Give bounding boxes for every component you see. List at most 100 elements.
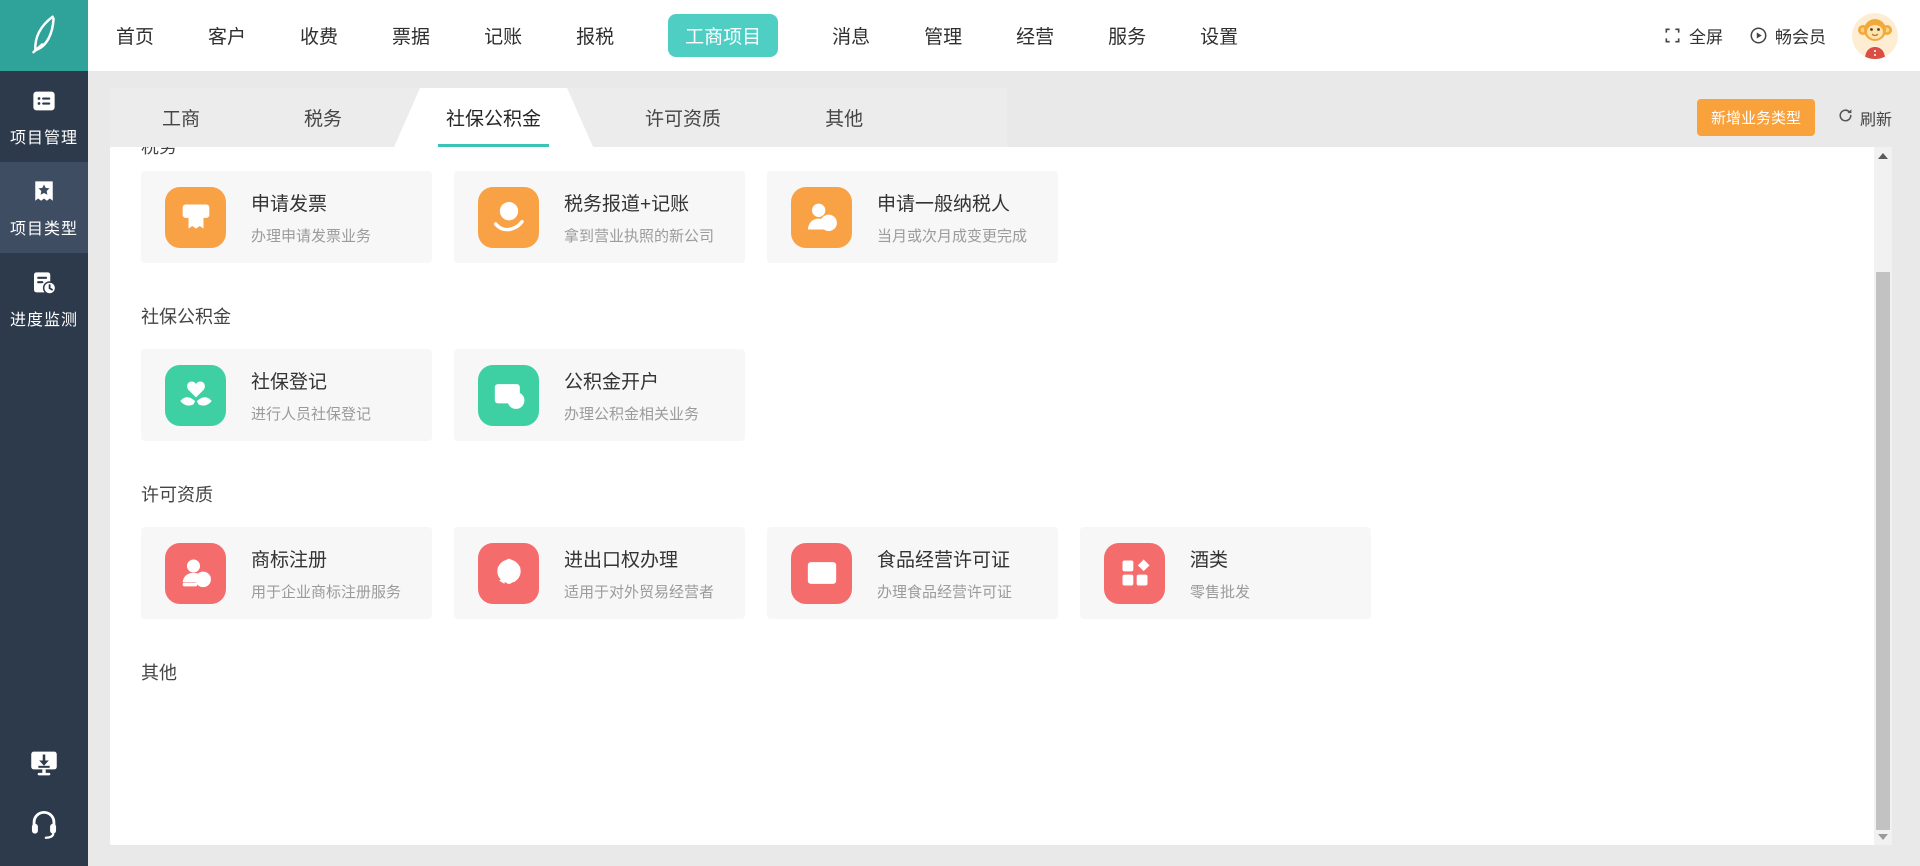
clipped-section-title: 税务 xyxy=(141,147,1832,157)
card-subtitle: 用于企业商标注册服务 xyxy=(251,583,402,601)
sidebar-item-project-management[interactable]: 项目管理 xyxy=(0,71,88,162)
card-subtitle: 办理申请发票业务 xyxy=(251,227,372,245)
section-cards: 申请发票 办理申请发票业务 税 税务报道+记账 拿到营业执照的新公司 般 申请一… xyxy=(141,171,1832,263)
list-folder-icon xyxy=(29,86,59,116)
nav-item-bookkeeping[interactable]: 记账 xyxy=(484,22,522,49)
nav-item-tax-filing[interactable]: 报税 xyxy=(576,22,614,49)
nav-item-management[interactable]: 管理 xyxy=(924,22,962,49)
invoice-icon xyxy=(165,186,226,248)
nav-item-services[interactable]: 服务 xyxy=(1108,22,1146,49)
card-text: 申请一般纳税人 当月或次月成变更完成 xyxy=(877,189,1027,246)
svg-text:般: 般 xyxy=(823,218,833,230)
sidebar-item-project-type[interactable]: 项目类型 xyxy=(0,162,88,253)
taxpayer-badge-icon: 般 xyxy=(791,186,852,248)
services-list: 税务 申请发票 办理申请发票业务 税 税务报道+记账 拿到营业执照的新公司 般 … xyxy=(110,147,1892,685)
scroll-up-button[interactable] xyxy=(1874,147,1892,164)
nav-item-invoices[interactable]: 票据 xyxy=(392,22,430,49)
tab-licenses[interactable]: 许可资质 xyxy=(593,88,773,147)
category-tabs: 工商 税务 社保公积金 许可资质 其他 xyxy=(110,88,1008,147)
svg-text:R: R xyxy=(199,575,206,585)
nav-item-home[interactable]: 首页 xyxy=(116,22,154,49)
left-sidebar: 项目管理 项目类型 进度监测 xyxy=(0,0,88,866)
tab-toolbar: 工商 税务 社保公积金 许可资质 其他 新增业务类型 刷新 xyxy=(110,88,1892,147)
nav-item-business-projects[interactable]: 工商项目 xyxy=(668,14,779,57)
scroll-down-arrow-icon xyxy=(1878,833,1888,840)
section-social-insurance-fund: 社保公积金 社保登记 进行人员社保登记 ¥ 公积金开户 办理公积金相关业务 xyxy=(141,303,1832,441)
nav-item-fees[interactable]: 收费 xyxy=(300,22,338,49)
fund-account-icon: ¥ xyxy=(478,364,539,426)
section-licenses: 许可资质 R 商标注册 用于企业商标注册服务 进出口权办理 适用于对外贸易经营者… xyxy=(141,481,1832,619)
headset-icon[interactable] xyxy=(27,806,61,840)
card-title: 申请发票 xyxy=(251,193,328,215)
card-title: 申请一般纳税人 xyxy=(877,193,1011,215)
card-text: 商标注册 用于企业商标注册服务 xyxy=(251,545,401,602)
tab-tax[interactable]: 税务 xyxy=(252,88,394,147)
card-subtitle: 拿到营业执照的新公司 xyxy=(564,227,715,245)
nav-item-customers[interactable]: 客户 xyxy=(208,22,246,49)
sidebar-item-label: 进度监测 xyxy=(9,312,78,329)
tab-industry-commerce[interactable]: 工商 xyxy=(110,88,252,147)
member-button[interactable]: 畅会员 xyxy=(1749,23,1826,48)
card-text: 社保登记 进行人员社保登记 xyxy=(251,367,371,424)
main-area: 首页 客户 收费 票据 记账 报税 工商项目 消息 管理 经营 服务 设置 全屏 畅会员 xyxy=(88,0,1920,866)
feather-logo-icon xyxy=(21,10,67,61)
card-text: 申请发票 办理申请发票业务 xyxy=(251,189,371,246)
vertical-scrollbar[interactable] xyxy=(1874,147,1892,845)
card-text: 进出口权办理 适用于对外贸易经营者 xyxy=(564,545,714,602)
nav-item-operations[interactable]: 经营 xyxy=(1016,22,1054,49)
tab-other[interactable]: 其他 xyxy=(773,88,915,147)
sidebar-menu: 项目管理 项目类型 进度监测 xyxy=(0,71,88,344)
food-license-icon xyxy=(791,542,852,604)
nav-item-settings[interactable]: 设置 xyxy=(1200,22,1238,49)
topnav-items: 首页 客户 收费 票据 记账 报税 工商项目 消息 管理 经营 服务 设置 xyxy=(116,14,1238,57)
monkey-avatar-image xyxy=(1852,12,1898,59)
card-subtitle: 进行人员社保登记 xyxy=(251,405,372,423)
fullscreen-button[interactable]: 全屏 xyxy=(1663,23,1723,48)
card-tax-registration-bookkeeping[interactable]: 税 税务报道+记账 拿到营业执照的新公司 xyxy=(454,171,745,263)
import-export-icon xyxy=(478,542,539,604)
scroll-up-arrow-icon xyxy=(1878,152,1888,159)
sidebar-item-label: 项目类型 xyxy=(9,221,78,238)
card-liquor[interactable]: 酒类 零售批发 xyxy=(1080,527,1371,619)
download-monitor-icon[interactable] xyxy=(27,746,61,780)
app-logo[interactable] xyxy=(0,0,88,71)
card-apply-invoice[interactable]: 申请发票 办理申请发票业务 xyxy=(141,171,432,263)
card-title: 公积金开户 xyxy=(564,371,660,393)
section-cards: 社保登记 进行人员社保登记 ¥ 公积金开户 办理公积金相关业务 xyxy=(141,349,1832,441)
card-subtitle: 办理公积金相关业务 xyxy=(564,405,700,423)
card-subtitle: 零售批发 xyxy=(1190,583,1251,601)
scrollbar-thumb[interactable] xyxy=(1876,272,1890,830)
fullscreen-label: 全屏 xyxy=(1689,28,1723,47)
fullscreen-icon xyxy=(1663,26,1682,45)
scroll-down-button[interactable] xyxy=(1874,828,1892,845)
services-panel: 税务 申请发票 办理申请发票业务 税 税务报道+记账 拿到营业执照的新公司 般 … xyxy=(110,147,1892,845)
card-general-taxpayer[interactable]: 般 申请一般纳税人 当月或次月成变更完成 xyxy=(767,171,1058,263)
section-title: 税务 xyxy=(141,147,177,157)
card-food-business-license[interactable]: 食品经营许可证 办理食品经营许可证 xyxy=(767,527,1058,619)
sidebar-item-label: 项目管理 xyxy=(9,130,78,147)
app-window: 项目管理 项目类型 进度监测 首页 客户 收费 票据 记账 报税 工商项目 消息 管理 经营 服务 设… xyxy=(0,0,1920,866)
card-subtitle: 办理食品经营许可证 xyxy=(877,583,1013,601)
nav-item-messages[interactable]: 消息 xyxy=(832,22,870,49)
card-title: 食品经营许可证 xyxy=(877,549,1011,571)
hands-heart-icon xyxy=(165,364,226,426)
tab-social-insurance-fund[interactable]: 社保公积金 xyxy=(394,88,593,147)
card-trademark-registration[interactable]: R 商标注册 用于企业商标注册服务 xyxy=(141,527,432,619)
toolbar-actions: 新增业务类型 刷新 xyxy=(1696,88,1892,147)
card-housing-fund-account[interactable]: ¥ 公积金开户 办理公积金相关业务 xyxy=(454,349,745,441)
refresh-button[interactable]: 刷新 xyxy=(1837,106,1892,130)
add-business-type-button[interactable]: 新增业务类型 xyxy=(1696,99,1815,136)
svg-text:税: 税 xyxy=(503,204,515,218)
section-other: 其他 xyxy=(141,659,1832,685)
star-ticket-icon xyxy=(29,177,59,207)
card-text: 公积金开户 办理公积金相关业务 xyxy=(564,367,699,424)
card-text: 酒类 零售批发 xyxy=(1190,545,1250,602)
section-title: 许可资质 xyxy=(141,485,213,505)
user-avatar[interactable] xyxy=(1852,12,1898,59)
card-social-insurance-registration[interactable]: 社保登记 进行人员社保登记 xyxy=(141,349,432,441)
card-title: 商标注册 xyxy=(251,549,328,571)
section-tax-services: 税务 申请发票 办理申请发票业务 税 税务报道+记账 拿到营业执照的新公司 般 … xyxy=(141,147,1832,263)
sidebar-item-progress-monitoring[interactable]: 进度监测 xyxy=(0,253,88,344)
card-import-export-rights[interactable]: 进出口权办理 适用于对外贸易经营者 xyxy=(454,527,745,619)
member-label: 畅会员 xyxy=(1775,28,1826,47)
